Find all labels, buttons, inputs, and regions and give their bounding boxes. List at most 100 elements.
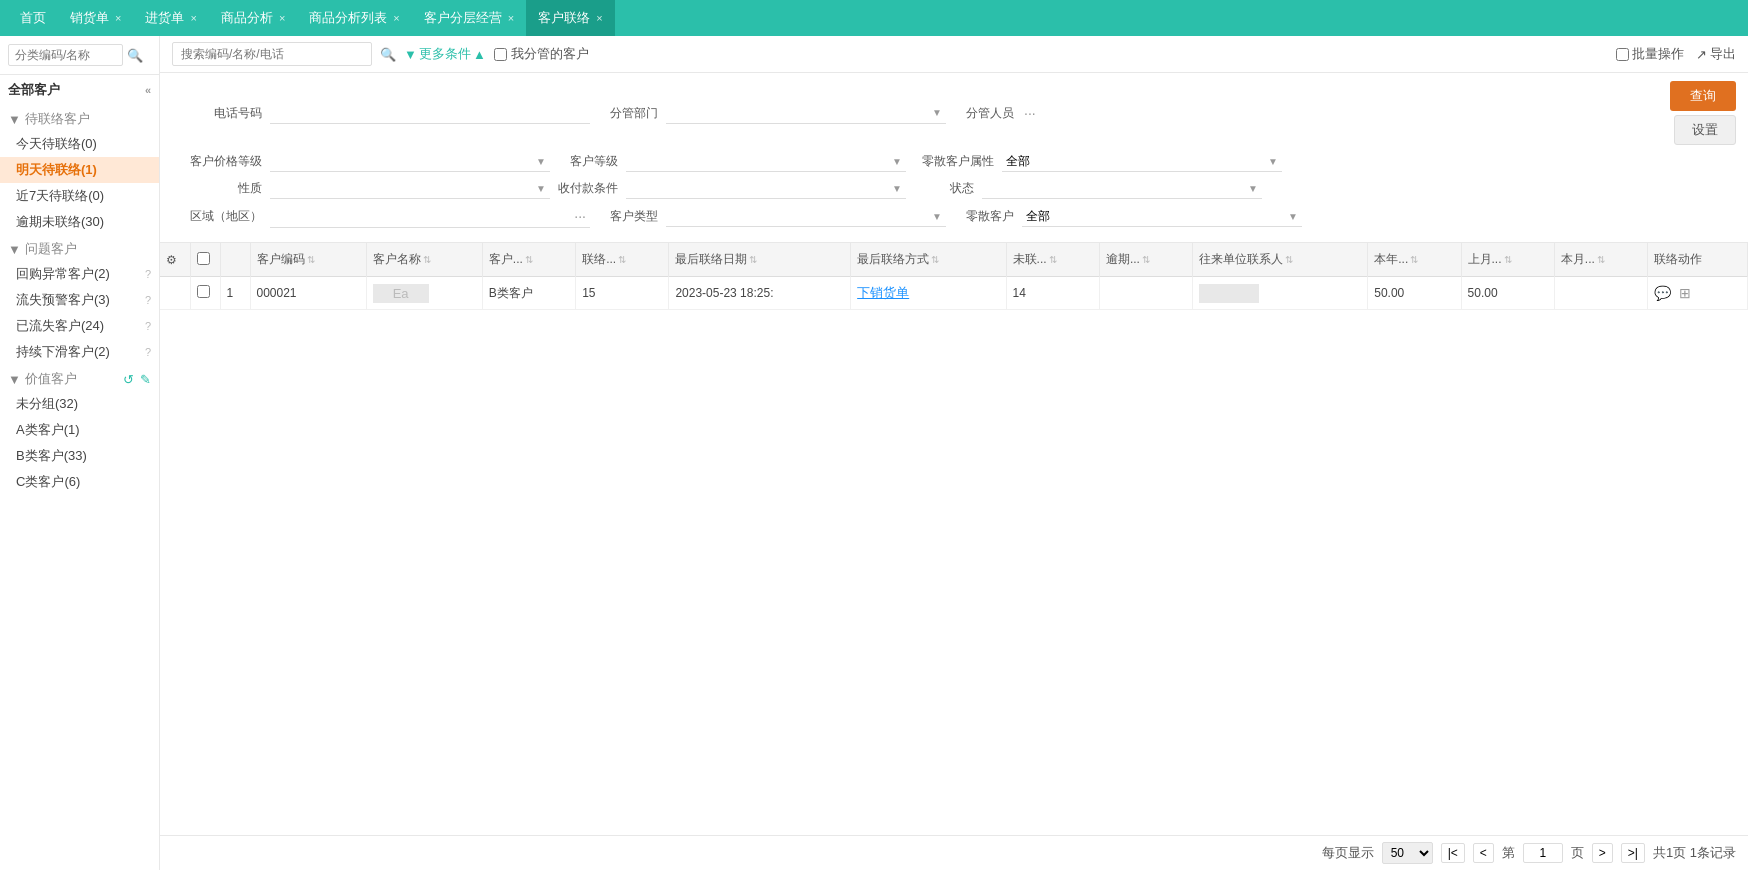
sidebar-item-churn-warning[interactable]: 流失预警客户(3) ? [0, 287, 159, 313]
nav-customer-tier[interactable]: 客户分层经营 × [412, 0, 526, 36]
label-price-level: 客户价格等级 [172, 153, 262, 170]
batch-operations-btn[interactable]: 批量操作 [1616, 45, 1684, 63]
nav-customer-contact[interactable]: 客户联络 × [526, 0, 614, 36]
col-last-method[interactable]: 最后联络方式⇅ [851, 243, 1006, 277]
sidebar-item-today-contact[interactable]: 今天待联络(0) [0, 131, 159, 157]
page-number-input[interactable] [1523, 843, 1563, 863]
col-last-date[interactable]: 最后联络日期⇅ [669, 243, 851, 277]
comment-action-icon[interactable]: 💬 [1654, 285, 1671, 301]
batch-checkbox[interactable] [1616, 48, 1629, 61]
close-purchase-icon[interactable]: × [190, 12, 196, 24]
phone-input[interactable] [270, 103, 590, 124]
status-select[interactable] [986, 181, 1244, 195]
close-customer-contact-icon[interactable]: × [596, 12, 602, 24]
col-overdue[interactable]: 逾期...⇅ [1099, 243, 1192, 277]
sidebar-item-c-customers[interactable]: C类客户(6) [0, 469, 159, 495]
manager-dots[interactable]: ··· [1024, 105, 1036, 121]
cell-company-contact [1193, 277, 1368, 310]
cell-last-method[interactable]: 下销货单 [851, 277, 1006, 310]
nav-product-analysis-list[interactable]: 商品分析列表 × [297, 0, 411, 36]
retail-customer-select[interactable]: 全部 [1026, 209, 1284, 223]
refresh-icon[interactable]: ↺ [123, 372, 134, 387]
customer-level-select[interactable] [630, 154, 888, 168]
first-page-btn[interactable]: |< [1441, 843, 1465, 863]
collapse-icon[interactable]: « [145, 84, 151, 96]
dept-select[interactable] [670, 106, 928, 120]
nav-purchase-order[interactable]: 进货单 × [133, 0, 208, 36]
more-conditions-btn[interactable]: ▼ 更多条件 ▲ [404, 45, 486, 63]
label-payment: 收付款条件 [558, 180, 618, 197]
close-product-list-icon[interactable]: × [393, 12, 399, 24]
region-dots[interactable]: ··· [574, 208, 586, 224]
edit-icon[interactable]: ✎ [140, 372, 151, 387]
cell-action: 💬 ⊞ [1648, 277, 1748, 310]
nature-select[interactable] [274, 181, 532, 195]
cell-seq: 1 [220, 277, 250, 310]
cell-contacts: 15 [576, 277, 669, 310]
retail-customer-wrap: 全部 ▼ [1022, 206, 1302, 227]
filter-panel: 电话号码 分管部门 ▼ 分管人员 ··· 查询 设置 客户价格等级 [160, 73, 1748, 243]
customer-type-select[interactable] [670, 209, 928, 223]
sidebar-item-tomorrow-contact[interactable]: 明天待联络(1) [0, 157, 159, 183]
col-company-contact[interactable]: 往来单位联系人⇅ [1193, 243, 1368, 277]
nav-product-analysis[interactable]: 商品分析 × [209, 0, 297, 36]
data-table-container: ⚙ 客户编码⇅ 客户名称⇅ 客户...⇅ 联络...⇅ 最后联络日期⇅ 最后联络… [160, 243, 1748, 835]
sidebar-item-b-customers[interactable]: B类客户(33) [0, 443, 159, 469]
cell-type: B类客户 [482, 277, 575, 310]
sidebar-item-7days-contact[interactable]: 近7天待联络(0) [0, 183, 159, 209]
select-all-checkbox[interactable] [197, 252, 210, 265]
my-customers-checkbox-area: 我分管的客户 [494, 45, 589, 63]
next-page-btn[interactable]: > [1592, 843, 1613, 863]
sidebar-search-icon[interactable]: 🔍 [127, 48, 143, 63]
sidebar-search-area: 🔍 [0, 36, 159, 75]
sidebar-item-churned[interactable]: 已流失客户(24) ? [0, 313, 159, 339]
last-page-btn[interactable]: >| [1621, 843, 1645, 863]
prev-page-btn[interactable]: < [1473, 843, 1494, 863]
cell-name[interactable]: Ea [366, 277, 482, 310]
col-gear[interactable]: ⚙ [160, 243, 190, 277]
arrow-icon: ▼ [8, 112, 21, 127]
customer-type-wrap: ▼ [666, 206, 946, 227]
col-contacts[interactable]: 联络...⇅ [576, 243, 669, 277]
sidebar: 🔍 全部客户 « ▼ 待联络客户 今天待联络(0) 明天待联络(1) 近7天待联… [0, 36, 160, 870]
price-level-select[interactable] [274, 154, 532, 168]
sidebar-item-ungrouped[interactable]: 未分组(32) [0, 391, 159, 417]
problem-customers-group[interactable]: ▼ 问题客户 [0, 235, 159, 261]
grid-action-icon[interactable]: ⊞ [1679, 285, 1691, 301]
col-code[interactable]: 客户编码⇅ [250, 243, 366, 277]
col-not-contacted[interactable]: 未联...⇅ [1006, 243, 1099, 277]
query-button[interactable]: 查询 [1670, 81, 1736, 111]
per-page-select[interactable]: 50 100 200 [1382, 842, 1433, 864]
sidebar-item-a-customers[interactable]: A类客户(1) [0, 417, 159, 443]
export-btn[interactable]: ↗ 导出 [1696, 45, 1736, 63]
nav-sales-order[interactable]: 销货单 × [58, 0, 133, 36]
col-type[interactable]: 客户...⇅ [482, 243, 575, 277]
my-customers-checkbox[interactable] [494, 48, 507, 61]
all-customers-header[interactable]: 全部客户 « [0, 75, 159, 105]
retail-attr-select[interactable]: 全部 [1006, 154, 1264, 168]
col-last-month[interactable]: 上月...⇅ [1461, 243, 1554, 277]
pending-contact-group[interactable]: ▼ 待联络客户 [0, 105, 159, 131]
filter-row-4: 区域（地区） ··· 客户类型 ▼ 零散客户 全部 ▼ [172, 205, 1736, 228]
status-wrap: ▼ [982, 178, 1262, 199]
sidebar-item-repurchase-abnormal[interactable]: 回购异常客户(2) ? [0, 261, 159, 287]
row-checkbox[interactable] [197, 285, 210, 298]
sidebar-item-declining[interactable]: 持续下滑客户(2) ? [0, 339, 159, 365]
col-name[interactable]: 客户名称⇅ [366, 243, 482, 277]
filter-search-icon[interactable]: 🔍 [380, 47, 396, 62]
cell-last-date: 2023-05-23 18:25: [669, 277, 851, 310]
col-this-month[interactable]: 本月...⇅ [1554, 243, 1647, 277]
nav-home[interactable]: 首页 [8, 0, 58, 36]
close-customer-tier-icon[interactable]: × [508, 12, 514, 24]
sidebar-item-overdue-contact[interactable]: 逾期未联络(30) [0, 209, 159, 235]
payment-select[interactable] [630, 181, 888, 195]
col-this-year[interactable]: 本年...⇅ [1368, 243, 1461, 277]
value-customers-group[interactable]: ▼ 价值客户 ↺ ✎ [0, 365, 159, 391]
close-product-analysis-icon[interactable]: × [279, 12, 285, 24]
settings-button[interactable]: 设置 [1674, 115, 1736, 145]
filter-search-input[interactable] [172, 42, 372, 66]
filter-row-3: 性质 ▼ 收付款条件 ▼ 状态 ▼ [172, 178, 1736, 199]
close-sales-order-icon[interactable]: × [115, 12, 121, 24]
arrow-icon-2: ▼ [8, 242, 21, 257]
sidebar-search-input[interactable] [8, 44, 123, 66]
